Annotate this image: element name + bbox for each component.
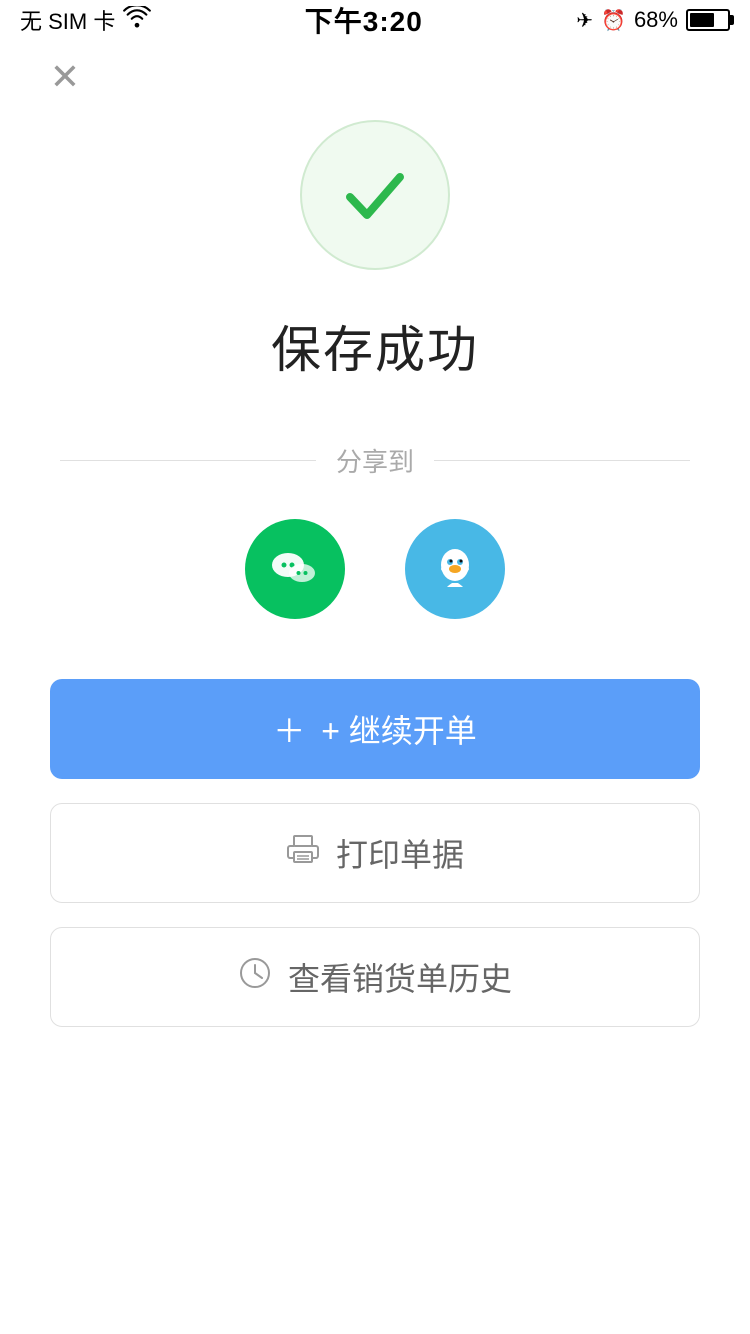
divider-left <box>60 460 316 461</box>
share-label: 分享到 <box>336 442 414 479</box>
status-right: ✈ ⏰ 68% <box>576 7 730 33</box>
status-bar: 无 SIM 卡 下午3:20 ✈ ⏰ 68% <box>0 0 750 40</box>
share-divider: 分享到 <box>0 442 750 479</box>
status-left: 无 SIM 卡 <box>20 4 151 36</box>
qq-icon <box>425 539 485 599</box>
success-check-circle <box>300 120 450 270</box>
close-button[interactable]: ✕ <box>40 52 90 102</box>
plus-icon: ＋ <box>273 706 305 752</box>
wechat-icon <box>265 539 325 599</box>
printer-icon <box>286 832 320 874</box>
clock-icon <box>238 956 272 998</box>
alarm-icon: ⏰ <box>601 8 626 33</box>
main-content: 保存成功 分享到 <box>0 40 750 1027</box>
checkmark-icon <box>335 155 415 235</box>
continue-label: + 继续开单 <box>321 706 477 752</box>
wifi-icon <box>123 6 151 34</box>
action-buttons: ＋ + 继续开单 打印单据 <box>0 679 750 1027</box>
battery-icon <box>686 9 730 31</box>
share-section: 分享到 <box>0 442 750 619</box>
print-label: 打印单据 <box>336 830 464 876</box>
wechat-share-button[interactable] <box>245 519 345 619</box>
history-label: 查看销货单历史 <box>288 954 512 1000</box>
divider-right <box>434 460 690 461</box>
success-title: 保存成功 <box>271 310 479 382</box>
location-icon: ✈ <box>576 8 593 33</box>
status-time: 下午3:20 <box>305 0 423 40</box>
continue-button[interactable]: ＋ + 继续开单 <box>50 679 700 779</box>
print-button[interactable]: 打印单据 <box>50 803 700 903</box>
qq-share-button[interactable] <box>405 519 505 619</box>
close-icon: ✕ <box>50 59 80 95</box>
history-button[interactable]: 查看销货单历史 <box>50 927 700 1027</box>
share-icons <box>245 519 505 619</box>
battery-percent: 68% <box>634 7 678 33</box>
no-sim-text: 无 SIM 卡 <box>20 4 115 36</box>
